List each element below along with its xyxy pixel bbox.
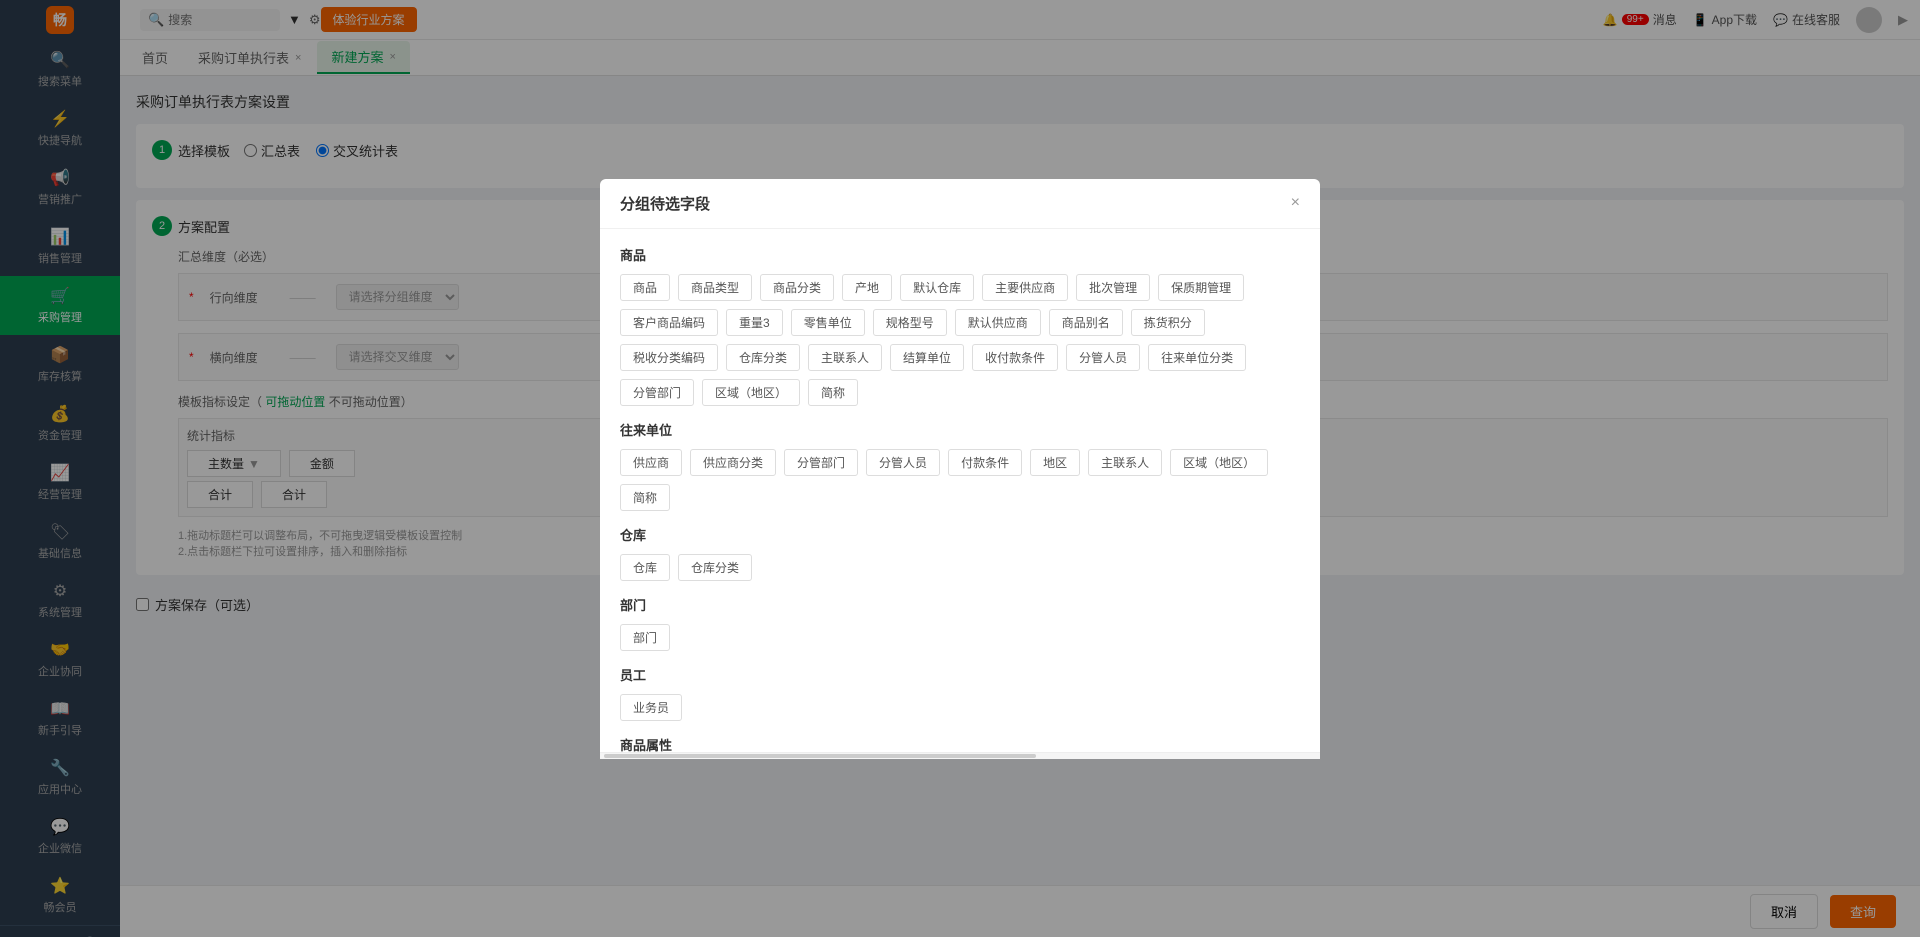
field-chip-默认供应商[interactable]: 默认供应商 — [955, 309, 1041, 336]
modal-hscroll[interactable] — [600, 752, 1320, 759]
field-chip-往来单位分类[interactable]: 往来单位分类 — [1148, 344, 1246, 371]
field-chip-重量3[interactable]: 重量3 — [726, 309, 783, 336]
field-chip-区域（地区）[interactable]: 区域（地区） — [702, 379, 800, 406]
field-chip-产地[interactable]: 产地 — [842, 274, 892, 301]
field-chip-商品别名[interactable]: 商品别名 — [1049, 309, 1123, 336]
field-chip-规格型号[interactable]: 规格型号 — [873, 309, 947, 336]
section-title-往来单位: 往来单位 — [620, 420, 1300, 439]
modal: 分组待选字段 × 商品商品商品类型商品分类产地默认仓库主要供应商批次管理保质期管… — [600, 179, 1320, 759]
field-chip-区域（地区）[interactable]: 区域（地区） — [1170, 449, 1268, 476]
field-chip-业务员[interactable]: 业务员 — [620, 694, 682, 721]
field-chip-结算单位[interactable]: 结算单位 — [890, 344, 964, 371]
field-chips-商品: 商品商品类型商品分类产地默认仓库主要供应商批次管理保质期管理客户商品编码重量3 零… — [620, 274, 1300, 406]
field-chip-部门[interactable]: 部门 — [620, 624, 670, 651]
field-chip-税收分类编码[interactable]: 税收分类编码 — [620, 344, 718, 371]
modal-overlay[interactable]: 分组待选字段 × 商品商品商品类型商品分类产地默认仓库主要供应商批次管理保质期管… — [0, 0, 1920, 937]
field-chips-部门: 部门 — [620, 624, 1300, 651]
field-chips-员工: 业务员 — [620, 694, 1300, 721]
field-chip-收付款条件[interactable]: 收付款条件 — [972, 344, 1058, 371]
field-chip-付款条件[interactable]: 付款条件 — [948, 449, 1022, 476]
section-title-仓库: 仓库 — [620, 525, 1300, 544]
field-chip-保质期管理[interactable]: 保质期管理 — [1158, 274, 1244, 301]
field-chips-往来单位: 供应商供应商分类分管部门分管人员付款条件地区主联系人区域（地区） 简称 — [620, 449, 1300, 511]
field-chip-默认仓库[interactable]: 默认仓库 — [900, 274, 974, 301]
field-chip-供应商分类[interactable]: 供应商分类 — [690, 449, 776, 476]
modal-header: 分组待选字段 × — [600, 179, 1320, 229]
field-chip-简称[interactable]: 简称 — [620, 484, 670, 511]
section-title-部门: 部门 — [620, 595, 1300, 614]
field-chip-简称[interactable]: 简称 — [808, 379, 858, 406]
field-chip-地区[interactable]: 地区 — [1030, 449, 1080, 476]
field-chip-分管部门[interactable]: 分管部门 — [620, 379, 694, 406]
field-chip-分管部门[interactable]: 分管部门 — [784, 449, 858, 476]
section-title-员工: 员工 — [620, 665, 1300, 684]
field-chip-仓库[interactable]: 仓库 — [620, 554, 670, 581]
field-chip-商品分类[interactable]: 商品分类 — [760, 274, 834, 301]
field-chip-客户商品编码[interactable]: 客户商品编码 — [620, 309, 718, 336]
field-chip-零售单位[interactable]: 零售单位 — [791, 309, 865, 336]
section-title-商品属性: 商品属性 — [620, 735, 1300, 752]
field-chip-仓库分类[interactable]: 仓库分类 — [678, 554, 752, 581]
section-title-商品: 商品 — [620, 245, 1300, 264]
field-chip-商品类型[interactable]: 商品类型 — [678, 274, 752, 301]
field-chip-供应商[interactable]: 供应商 — [620, 449, 682, 476]
field-chips-仓库: 仓库仓库分类 — [620, 554, 1300, 581]
field-chip-分管人员[interactable]: 分管人员 — [1066, 344, 1140, 371]
field-chip-主要供应商[interactable]: 主要供应商 — [982, 274, 1068, 301]
field-chip-主联系人[interactable]: 主联系人 — [1088, 449, 1162, 476]
field-chip-批次管理[interactable]: 批次管理 — [1076, 274, 1150, 301]
field-chip-商品[interactable]: 商品 — [620, 274, 670, 301]
field-chip-仓库分类[interactable]: 仓库分类 — [726, 344, 800, 371]
modal-title: 分组待选字段 — [620, 193, 710, 214]
field-chip-拣货积分[interactable]: 拣货积分 — [1131, 309, 1205, 336]
field-chip-主联系人[interactable]: 主联系人 — [808, 344, 882, 371]
field-chip-分管人员[interactable]: 分管人员 — [866, 449, 940, 476]
modal-body: 商品商品商品类型商品分类产地默认仓库主要供应商批次管理保质期管理客户商品编码重量… — [600, 229, 1320, 752]
modal-close-button[interactable]: × — [1291, 194, 1300, 212]
